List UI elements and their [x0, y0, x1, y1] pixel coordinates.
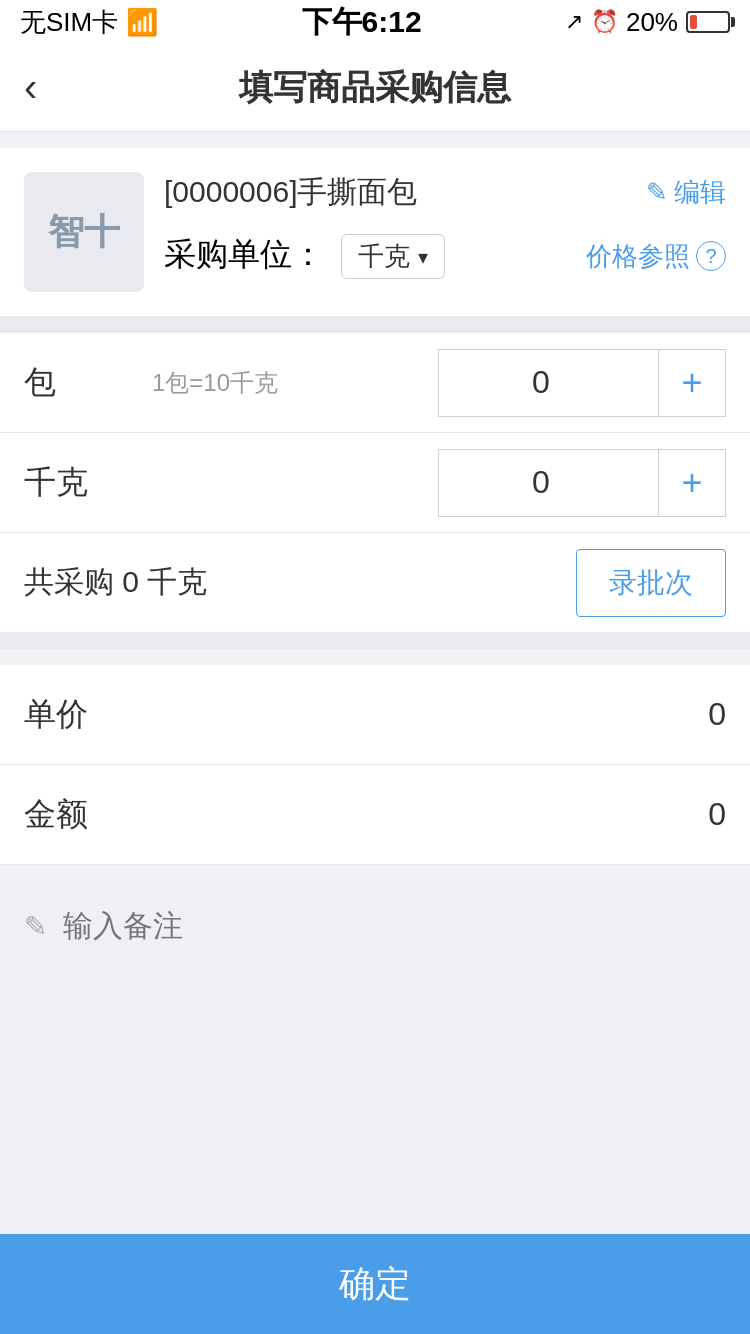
confirm-button[interactable]: 确定: [0, 1234, 750, 1334]
chevron-down-icon: ▾: [418, 245, 428, 269]
battery-label: 20%: [626, 7, 678, 38]
pencil-icon: ✎: [24, 910, 47, 943]
section-divider-2: [0, 633, 750, 649]
product-card: 智十 [0000006]手撕面包 ✎ 编辑 采购单位： 千克 ▾: [0, 148, 750, 317]
status-left: 无SIM卡 📶: [20, 5, 158, 40]
unit-value: 千克: [358, 239, 410, 274]
pack-label: 包: [24, 361, 144, 405]
amount-label: 金额: [24, 793, 88, 837]
carrier-label: 无SIM卡: [20, 5, 118, 40]
pack-input-group: +: [438, 349, 726, 417]
product-image: 智十: [24, 172, 144, 292]
edit-label: 编辑: [674, 175, 726, 210]
product-logo: 智十: [48, 208, 120, 257]
price-ref-button[interactable]: 价格参照 ?: [586, 239, 726, 274]
edit-icon: ✎: [646, 177, 668, 208]
time-label: 下午6:12: [302, 2, 422, 43]
section-divider-1: [0, 317, 750, 333]
kg-label: 千克: [24, 461, 144, 505]
product-name: [0000006]手撕面包: [164, 172, 417, 213]
kg-input-group: +: [438, 449, 726, 517]
amount-row: 金额 0: [0, 765, 750, 865]
wifi-icon: 📶: [126, 7, 158, 38]
status-bar: 无SIM卡 📶 下午6:12 ↗ ⏰ 20%: [0, 0, 750, 44]
unit-price-value: 0: [708, 696, 726, 733]
alarm-icon: ⏰: [591, 9, 618, 35]
product-name-row: [0000006]手撕面包 ✎ 编辑: [164, 172, 726, 213]
kg-plus-button[interactable]: +: [658, 449, 726, 517]
kg-row: 千克 +: [0, 433, 750, 533]
page-title: 填写商品采购信息: [239, 65, 511, 111]
record-batch-button[interactable]: 录批次: [576, 549, 726, 617]
back-button[interactable]: ‹: [24, 65, 37, 110]
amount-value: 0: [708, 796, 726, 833]
kg-input[interactable]: [438, 449, 658, 517]
pack-row: 包 1包=10千克 +: [0, 333, 750, 433]
help-icon: ?: [696, 241, 726, 271]
battery-icon: [686, 11, 730, 33]
location-icon: ↗: [565, 9, 583, 35]
input-section: 包 1包=10千克 + 千克 + 共采购 0 千克 录批次: [0, 333, 750, 633]
bottom-space: [0, 971, 750, 1271]
pack-input[interactable]: [438, 349, 658, 417]
unit-label: 采购单位： 千克 ▾: [164, 233, 445, 279]
price-section: 单价 0 金额 0: [0, 665, 750, 865]
notes-section: ✎: [0, 881, 750, 971]
status-right: ↗ ⏰ 20%: [565, 7, 730, 38]
total-row: 共采购 0 千克 录批次: [0, 533, 750, 633]
unit-row: 采购单位： 千克 ▾ 价格参照 ?: [164, 233, 726, 279]
pack-sublabel: 1包=10千克: [152, 367, 278, 399]
unit-price-label: 单价: [24, 693, 88, 737]
product-info: [0000006]手撕面包 ✎ 编辑 采购单位： 千克 ▾ 价格参照 ?: [164, 172, 726, 279]
pack-plus-button[interactable]: +: [658, 349, 726, 417]
price-ref-label: 价格参照: [586, 239, 690, 274]
total-label: 共采购 0 千克: [24, 562, 207, 603]
notes-input[interactable]: [63, 909, 726, 943]
nav-bar: ‹ 填写商品采购信息: [0, 44, 750, 132]
edit-button[interactable]: ✎ 编辑: [646, 175, 726, 210]
unit-price-row: 单价 0: [0, 665, 750, 765]
unit-select[interactable]: 千克 ▾: [341, 234, 445, 279]
